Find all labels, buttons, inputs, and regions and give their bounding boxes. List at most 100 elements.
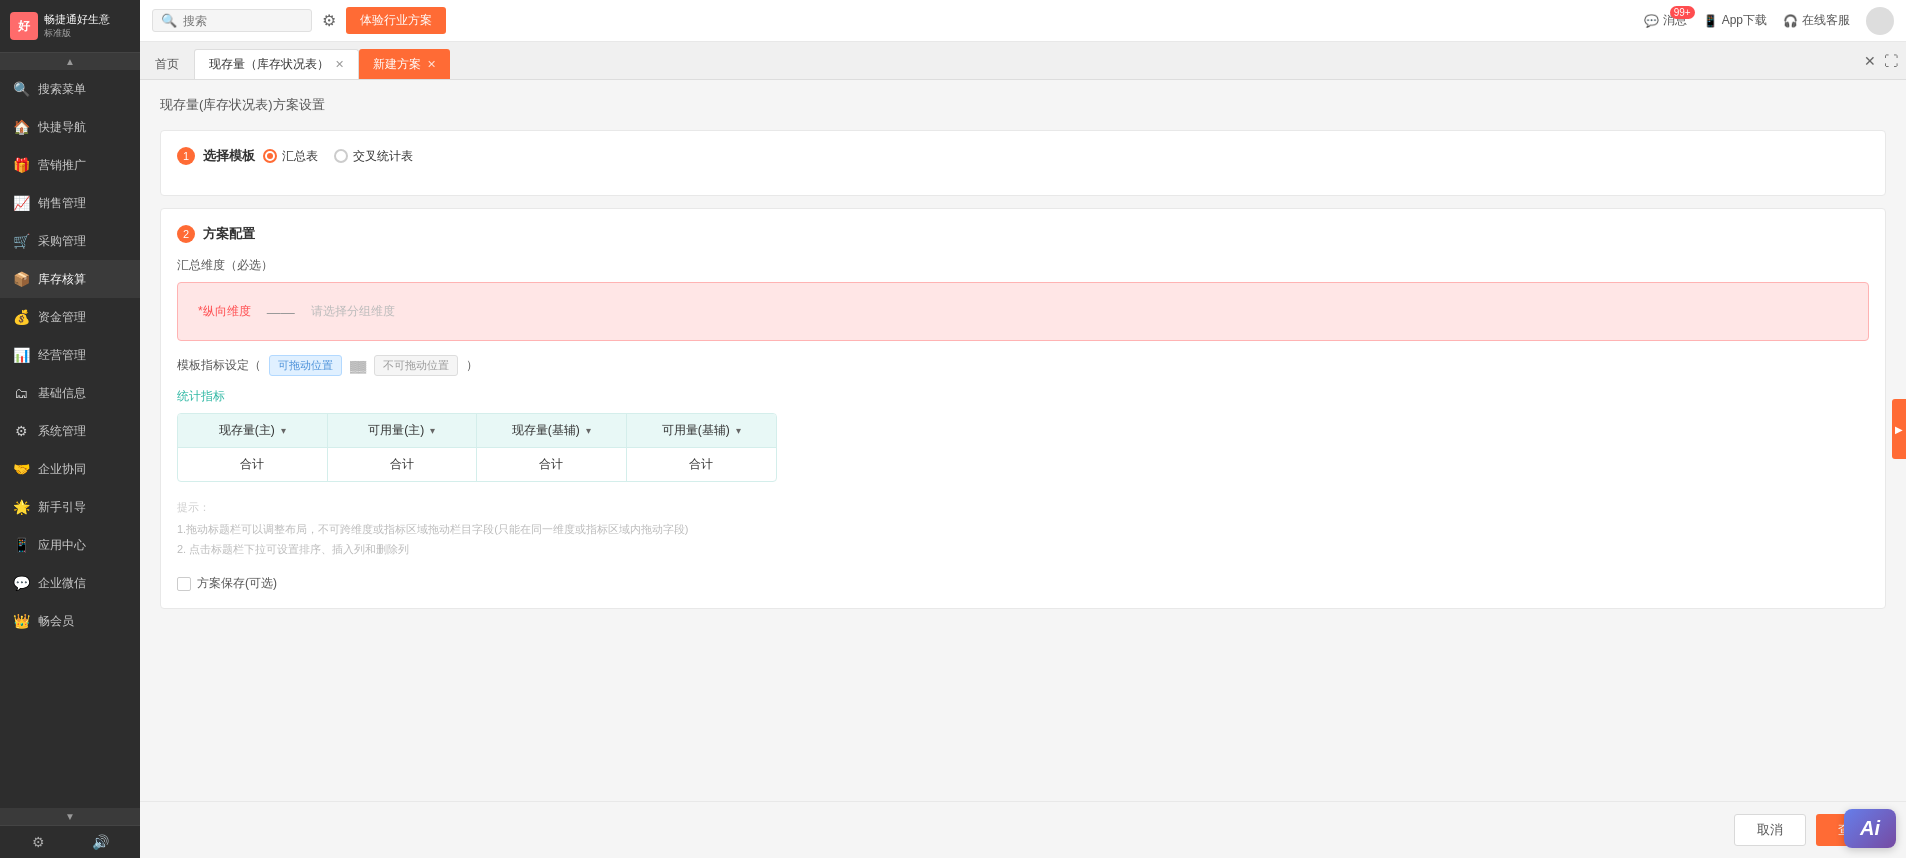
sidebar-item-sales[interactable]: 📈 销售管理 xyxy=(0,184,140,222)
sidebar-item-purchase[interactable]: 🛒 采购管理 xyxy=(0,222,140,260)
section2-header: 2 方案配置 xyxy=(177,225,1869,243)
save-option: 方案保存(可选) xyxy=(177,575,1869,592)
settings-footer-btn[interactable]: ⚙ xyxy=(32,834,45,850)
indicator-settings-suffix: ） xyxy=(466,357,478,374)
sidebar-item-label: 新手引导 xyxy=(38,499,86,516)
page-title: 现存量(库存状况表)方案设置 xyxy=(160,96,1886,114)
tab-new-scheme-label: 新建方案 xyxy=(373,56,421,73)
cancel-button[interactable]: 取消 xyxy=(1734,814,1806,846)
logo-icon: 好 xyxy=(10,12,38,40)
sidebar-item-guide[interactable]: 🌟 新手引导 xyxy=(0,488,140,526)
search-icon: 🔍 xyxy=(161,13,177,28)
app-name: 畅捷通好生意 xyxy=(44,12,110,26)
gear-icon: ⚙ xyxy=(12,422,30,440)
sidebar-item-basic[interactable]: 🗂 基础信息 xyxy=(0,374,140,412)
online-service-item[interactable]: 🎧 在线客服 xyxy=(1783,12,1850,29)
cart-icon: 🛒 xyxy=(12,232,30,250)
stats-cell-0-0: 合计 xyxy=(178,448,328,481)
window-controls: ✕ ⛶ xyxy=(1864,53,1898,69)
notification-badge: 99+ xyxy=(1670,6,1695,19)
save-checkbox[interactable] xyxy=(177,577,191,591)
dimension-placeholder: 请选择分组维度 xyxy=(311,303,395,320)
search-input[interactable] xyxy=(183,14,303,28)
stats-cell-0-3: 合计 xyxy=(627,448,777,481)
online-service-label: 在线客服 xyxy=(1802,12,1850,29)
dimension-required-text: *纵向维度 xyxy=(198,303,251,320)
sidebar-item-label: 基础信息 xyxy=(38,385,86,402)
crown-icon: 👑 xyxy=(12,612,30,630)
indicator-tag-movable: 可拖动位置 xyxy=(269,355,342,376)
indicator-settings-mid: ▓▓ xyxy=(350,360,366,372)
app-download-label: App下载 xyxy=(1722,12,1767,29)
stats-header-col-3-label: 可用量(基辅) xyxy=(662,422,730,439)
template-radio-group: 汇总表 交叉统计表 xyxy=(263,148,413,165)
app-edition: 标准版 xyxy=(44,27,110,40)
sidebar-item-label: 企业协同 xyxy=(38,461,86,478)
stats-table-header: 现存量(主) ▾ 可用量(主) ▾ 现存量(基辅) ▾ 可用量(基辅) xyxy=(178,414,776,447)
sidebar-item-system[interactable]: ⚙ 系统管理 xyxy=(0,412,140,450)
chat-icon: 💬 xyxy=(12,574,30,592)
app-logo: 好 畅捷通好生意 标准版 xyxy=(0,0,140,53)
dimension-label: 汇总维度（必选） xyxy=(177,257,1869,274)
tab-bar: 首页 现存量（库存状况表） ✕ 新建方案 ✕ ✕ ⛶ xyxy=(140,42,1906,80)
tab-inventory-label: 现存量（库存状况表） xyxy=(209,56,329,73)
tab-inventory-status[interactable]: 现存量（库存状况表） ✕ xyxy=(194,49,359,79)
sidebar-item-coop[interactable]: 🤝 企业协同 xyxy=(0,450,140,488)
stats-cell-0-2: 合计 xyxy=(477,448,627,481)
stats-section-label: 统计指标 xyxy=(177,388,1869,405)
dropdown-icon-1[interactable]: ▾ xyxy=(430,425,435,436)
sidebar-item-finance[interactable]: 💰 资金管理 xyxy=(0,298,140,336)
stats-table-row-0: 合计 合计 合计 合计 xyxy=(178,447,776,481)
app-download-item[interactable]: 📱 App下载 xyxy=(1703,12,1767,29)
stats-header-col-1[interactable]: 可用量(主) ▾ xyxy=(328,414,478,447)
section1-number: 1 xyxy=(177,147,195,165)
sidebar-scroll-down[interactable]: ▼ xyxy=(0,808,140,825)
stats-header-col-0[interactable]: 现存量(主) ▾ xyxy=(178,414,328,447)
tips-title: 提示： xyxy=(177,498,1869,518)
radio-cross[interactable]: 交叉统计表 xyxy=(334,148,413,165)
tab-new-scheme[interactable]: 新建方案 ✕ xyxy=(359,49,450,79)
radio-cross-circle xyxy=(334,149,348,163)
trial-button[interactable]: 体验行业方案 xyxy=(346,7,446,34)
sidebar-item-marketing[interactable]: 🎁 营销推广 xyxy=(0,146,140,184)
tab-home[interactable]: 首页 xyxy=(140,49,194,79)
dropdown-icon-3[interactable]: ▾ xyxy=(736,425,741,436)
dropdown-icon-0[interactable]: ▾ xyxy=(281,425,286,436)
topbar-right: 💬 消息 99+ 📱 App下载 🎧 在线客服 xyxy=(1644,7,1894,35)
sidebar-item-operations[interactable]: 📊 经营管理 xyxy=(0,336,140,374)
sidebar-item-inventory[interactable]: 📦 库存核算 xyxy=(0,260,140,298)
radio-summary[interactable]: 汇总表 xyxy=(263,148,318,165)
tip-item-1: 1.拖动标题栏可以调整布局，不可跨维度或指标区域拖动栏目字段(只能在同一维度或指… xyxy=(177,520,1869,540)
mobile-icon: 📱 xyxy=(1703,14,1718,28)
sidebar-item-search[interactable]: 🔍 搜索菜单 xyxy=(0,70,140,108)
settings-icon[interactable]: ⚙ xyxy=(322,11,336,30)
ai-badge[interactable]: Ai xyxy=(1844,809,1896,848)
right-panel-toggle[interactable]: ▶ xyxy=(1892,399,1906,459)
sidebar-item-wechat[interactable]: 💬 企业微信 xyxy=(0,564,140,602)
sidebar-item-member[interactable]: 👑 畅会员 xyxy=(0,602,140,640)
tab-inventory-close[interactable]: ✕ xyxy=(335,59,344,70)
sidebar-item-label: 库存核算 xyxy=(38,271,86,288)
window-expand-btn[interactable]: ⛶ xyxy=(1884,53,1898,69)
section-scheme-config: 2 方案配置 汇总维度（必选） *纵向维度 —— 请选择分组维度 模板指标设定（… xyxy=(160,208,1886,609)
headset-icon: 🎧 xyxy=(1783,14,1798,28)
tab-new-scheme-close[interactable]: ✕ xyxy=(427,59,436,70)
search-box[interactable]: 🔍 xyxy=(152,9,312,32)
sidebar-scroll-up[interactable]: ▲ xyxy=(0,53,140,70)
stats-header-col-2[interactable]: 现存量(基辅) ▾ xyxy=(477,414,627,447)
notifications-item[interactable]: 💬 消息 99+ xyxy=(1644,12,1687,29)
main-area: 🔍 ⚙ 体验行业方案 💬 消息 99+ 📱 App下载 🎧 在线客服 首页 xyxy=(140,0,1906,858)
dimension-box[interactable]: *纵向维度 —— 请选择分组维度 xyxy=(177,282,1869,341)
sidebar-item-apps[interactable]: 📱 应用中心 xyxy=(0,526,140,564)
tips-section: 提示： 1.拖动标题栏可以调整布局，不可跨维度或指标区域拖动栏目字段(只能在同一… xyxy=(177,498,1869,559)
section2-title: 方案配置 xyxy=(203,225,255,243)
radio-cross-label: 交叉统计表 xyxy=(353,148,413,165)
sidebar-item-label: 应用中心 xyxy=(38,537,86,554)
sound-footer-btn[interactable]: 🔊 xyxy=(92,834,109,850)
user-avatar[interactable] xyxy=(1866,7,1894,35)
window-close-btn[interactable]: ✕ xyxy=(1864,53,1876,69)
dropdown-icon-2[interactable]: ▾ xyxy=(586,425,591,436)
stats-table: 现存量(主) ▾ 可用量(主) ▾ 现存量(基辅) ▾ 可用量(基辅) xyxy=(177,413,777,482)
stats-header-col-3[interactable]: 可用量(基辅) ▾ xyxy=(627,414,777,447)
sidebar-item-shortcut[interactable]: 🏠 快捷导航 xyxy=(0,108,140,146)
